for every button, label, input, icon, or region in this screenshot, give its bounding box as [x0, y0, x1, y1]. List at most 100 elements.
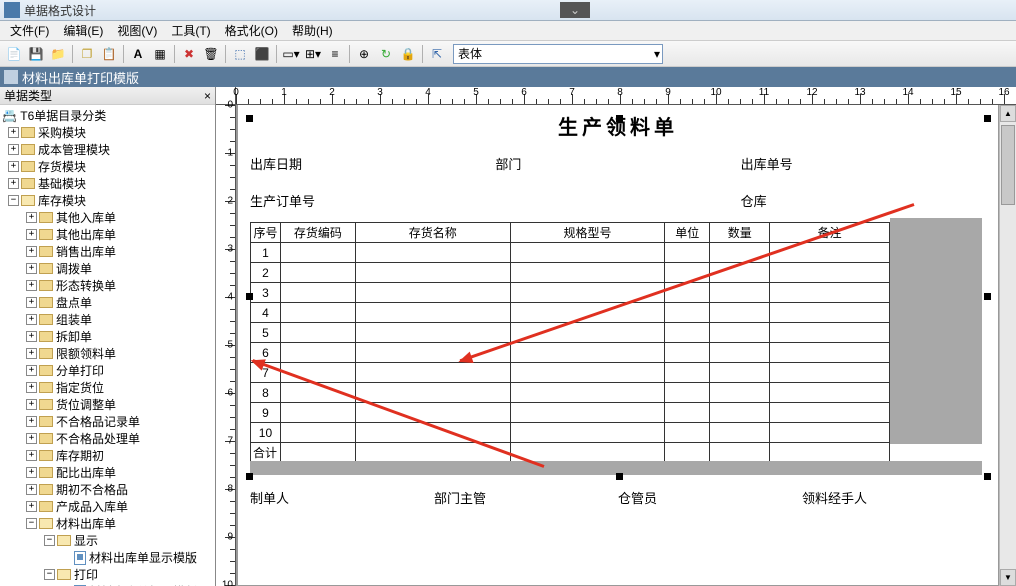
form-page[interactable]: 生产领料单 出库日期 部门 出库单号 生产订单号 仓库 序号存货编码存货名称规格…	[238, 105, 998, 585]
send-back-icon[interactable]: ⬛	[252, 44, 272, 64]
sel-handle[interactable]	[984, 293, 991, 300]
tree-stock-item[interactable]: +配比出库单	[0, 464, 215, 481]
tree-stock-item[interactable]: +期初不合格品	[0, 481, 215, 498]
table-header[interactable]: 数量	[710, 223, 770, 243]
tree-stock-item[interactable]: +指定货位	[0, 379, 215, 396]
table-row[interactable]: 9	[251, 403, 890, 423]
tree-stock-item[interactable]: +调拨单	[0, 260, 215, 277]
refresh-icon[interactable]: ↻	[376, 44, 396, 64]
tree-stock-item[interactable]: +限额领料单	[0, 345, 215, 362]
tree-module-1[interactable]: +成本管理模块	[0, 141, 215, 158]
sidebar-close[interactable]: ×	[204, 89, 211, 103]
new-icon[interactable]: 📄	[4, 44, 24, 64]
tree-mat-out[interactable]: −材料出库单	[0, 515, 215, 532]
sel-handle[interactable]	[246, 473, 253, 480]
table-row[interactable]: 7	[251, 363, 890, 383]
table-header[interactable]: 存货编码	[280, 223, 355, 243]
table-header[interactable]: 规格型号	[510, 223, 665, 243]
table-row[interactable]: 5	[251, 323, 890, 343]
tree-module-0[interactable]: +采购模块	[0, 124, 215, 141]
menu-edit[interactable]: 编辑(E)	[57, 20, 109, 41]
menu-format[interactable]: 格式化(O)	[219, 20, 284, 41]
menu-tools[interactable]: 工具(T)	[165, 20, 216, 41]
design-canvas[interactable]: 01234567891011121314151617181920 0123456…	[216, 87, 1016, 586]
tree-stock-item[interactable]: +货位调整单	[0, 396, 215, 413]
align-icon[interactable]: ▭▾	[281, 44, 301, 64]
table-header[interactable]: 单位	[665, 223, 710, 243]
link-icon[interactable]: ⊕	[354, 44, 374, 64]
export-icon[interactable]: ⇱	[427, 44, 447, 64]
footer-keeper[interactable]: 仓管员	[618, 488, 802, 507]
save-icon[interactable]: 💾	[26, 44, 46, 64]
menu-help[interactable]: 帮助(H)	[286, 20, 339, 41]
text-icon[interactable]: A	[128, 44, 148, 64]
tree-stock-item[interactable]: +库存期初	[0, 447, 215, 464]
tree-stock-item[interactable]: +形态转换单	[0, 277, 215, 294]
font-select[interactable]: 表体 ▾	[453, 44, 663, 64]
table-row[interactable]: 10	[251, 423, 890, 443]
menu-view[interactable]: 视图(V)	[111, 20, 163, 41]
tree-print[interactable]: −打印	[0, 566, 215, 583]
tree-module-3[interactable]: +基础模块	[0, 175, 215, 192]
lock-icon[interactable]: 🔒	[398, 44, 418, 64]
open-icon[interactable]: 📁	[48, 44, 68, 64]
scroll-down-button[interactable]: ▼	[1000, 569, 1016, 586]
form-table[interactable]: 序号存货编码存货名称规格型号单位数量备注 12345678910合计	[250, 222, 890, 463]
delete-icon[interactable]: ✖	[179, 44, 199, 64]
field-warehouse[interactable]: 仓库	[741, 191, 986, 210]
table-header[interactable]: 序号	[251, 223, 281, 243]
table-row[interactable]: 2	[251, 263, 890, 283]
field-dept[interactable]: 部门	[495, 154, 740, 173]
sel-handle[interactable]	[616, 115, 623, 122]
tree-stock-item[interactable]: +组装单	[0, 311, 215, 328]
tree-root[interactable]: 📇 T6单据目录分类	[0, 107, 215, 124]
table-row[interactable]: 4	[251, 303, 890, 323]
table-row[interactable]: 6	[251, 343, 890, 363]
tree-stock-item[interactable]: +不合格品处理单	[0, 430, 215, 447]
tree-stock-item[interactable]: +分单打印	[0, 362, 215, 379]
footer-maker[interactable]: 制单人	[250, 488, 434, 507]
spacing-icon[interactable]: ≡	[325, 44, 345, 64]
field-order-no[interactable]: 生产订单号	[250, 191, 741, 210]
title-dropdown[interactable]: ⌄	[560, 2, 590, 18]
tree-stock-item[interactable]: +拆卸单	[0, 328, 215, 345]
menu-file[interactable]: 文件(F)	[4, 20, 55, 41]
tree-stock-item[interactable]: +其他入库单	[0, 209, 215, 226]
tree-stock-item[interactable]: +不合格品记录单	[0, 413, 215, 430]
table-header[interactable]: 存货名称	[355, 223, 510, 243]
tree-display[interactable]: −显示	[0, 532, 215, 549]
scroll-thumb[interactable]	[1001, 125, 1015, 205]
sel-handle[interactable]	[246, 293, 253, 300]
sidebar: 单据类型 × 📇 T6单据目录分类 +采购模块 +成本管理模块 +存货模块 +基…	[0, 87, 216, 586]
paste-icon[interactable]: 📋	[99, 44, 119, 64]
tree-module-4[interactable]: −库存模块	[0, 192, 215, 209]
tree-stock-item[interactable]: +产成品入库单	[0, 498, 215, 515]
field-out-no[interactable]: 出库单号	[741, 154, 986, 173]
tree-module-2[interactable]: +存货模块	[0, 158, 215, 175]
clear-icon[interactable]: 🗑	[201, 44, 221, 64]
tree-root-icon: 📇	[2, 109, 17, 123]
footer-dept-head[interactable]: 部门主管	[434, 488, 618, 507]
sel-handle[interactable]	[616, 473, 623, 480]
tree-stock-item[interactable]: +其他出库单	[0, 226, 215, 243]
table-row[interactable]: 3	[251, 283, 890, 303]
tree-stock-item[interactable]: +盘点单	[0, 294, 215, 311]
bring-front-icon[interactable]: ⬚	[230, 44, 250, 64]
window-title-bar: 单据格式设计 ⌄	[0, 0, 1016, 21]
tree-display-template[interactable]: 材料出库单显示模版	[0, 549, 215, 566]
size-icon[interactable]: ⊞▾	[303, 44, 323, 64]
sel-handle[interactable]	[246, 115, 253, 122]
vertical-scrollbar[interactable]: ▲ ▼	[999, 105, 1016, 586]
toolbar: 📄 💾 📁 ❐ 📋 A ▦ ✖ 🗑 ⬚ ⬛ ▭▾ ⊞▾ ≡ ⊕ ↻ 🔒 ⇱ 表体…	[0, 41, 1016, 67]
copy-icon[interactable]: ❐	[77, 44, 97, 64]
field-out-date[interactable]: 出库日期	[250, 154, 495, 173]
sel-handle[interactable]	[984, 115, 991, 122]
table-icon[interactable]: ▦	[150, 44, 170, 64]
scroll-up-button[interactable]: ▲	[1000, 105, 1016, 122]
tree-stock-item[interactable]: +销售出库单	[0, 243, 215, 260]
sidebar-header: 单据类型 ×	[0, 87, 215, 105]
tree: 📇 T6单据目录分类 +采购模块 +成本管理模块 +存货模块 +基础模块 −库存…	[0, 105, 215, 586]
table-total-row[interactable]: 合计	[251, 443, 890, 463]
sel-handle[interactable]	[984, 473, 991, 480]
footer-receiver[interactable]: 领料经手人	[802, 488, 986, 507]
